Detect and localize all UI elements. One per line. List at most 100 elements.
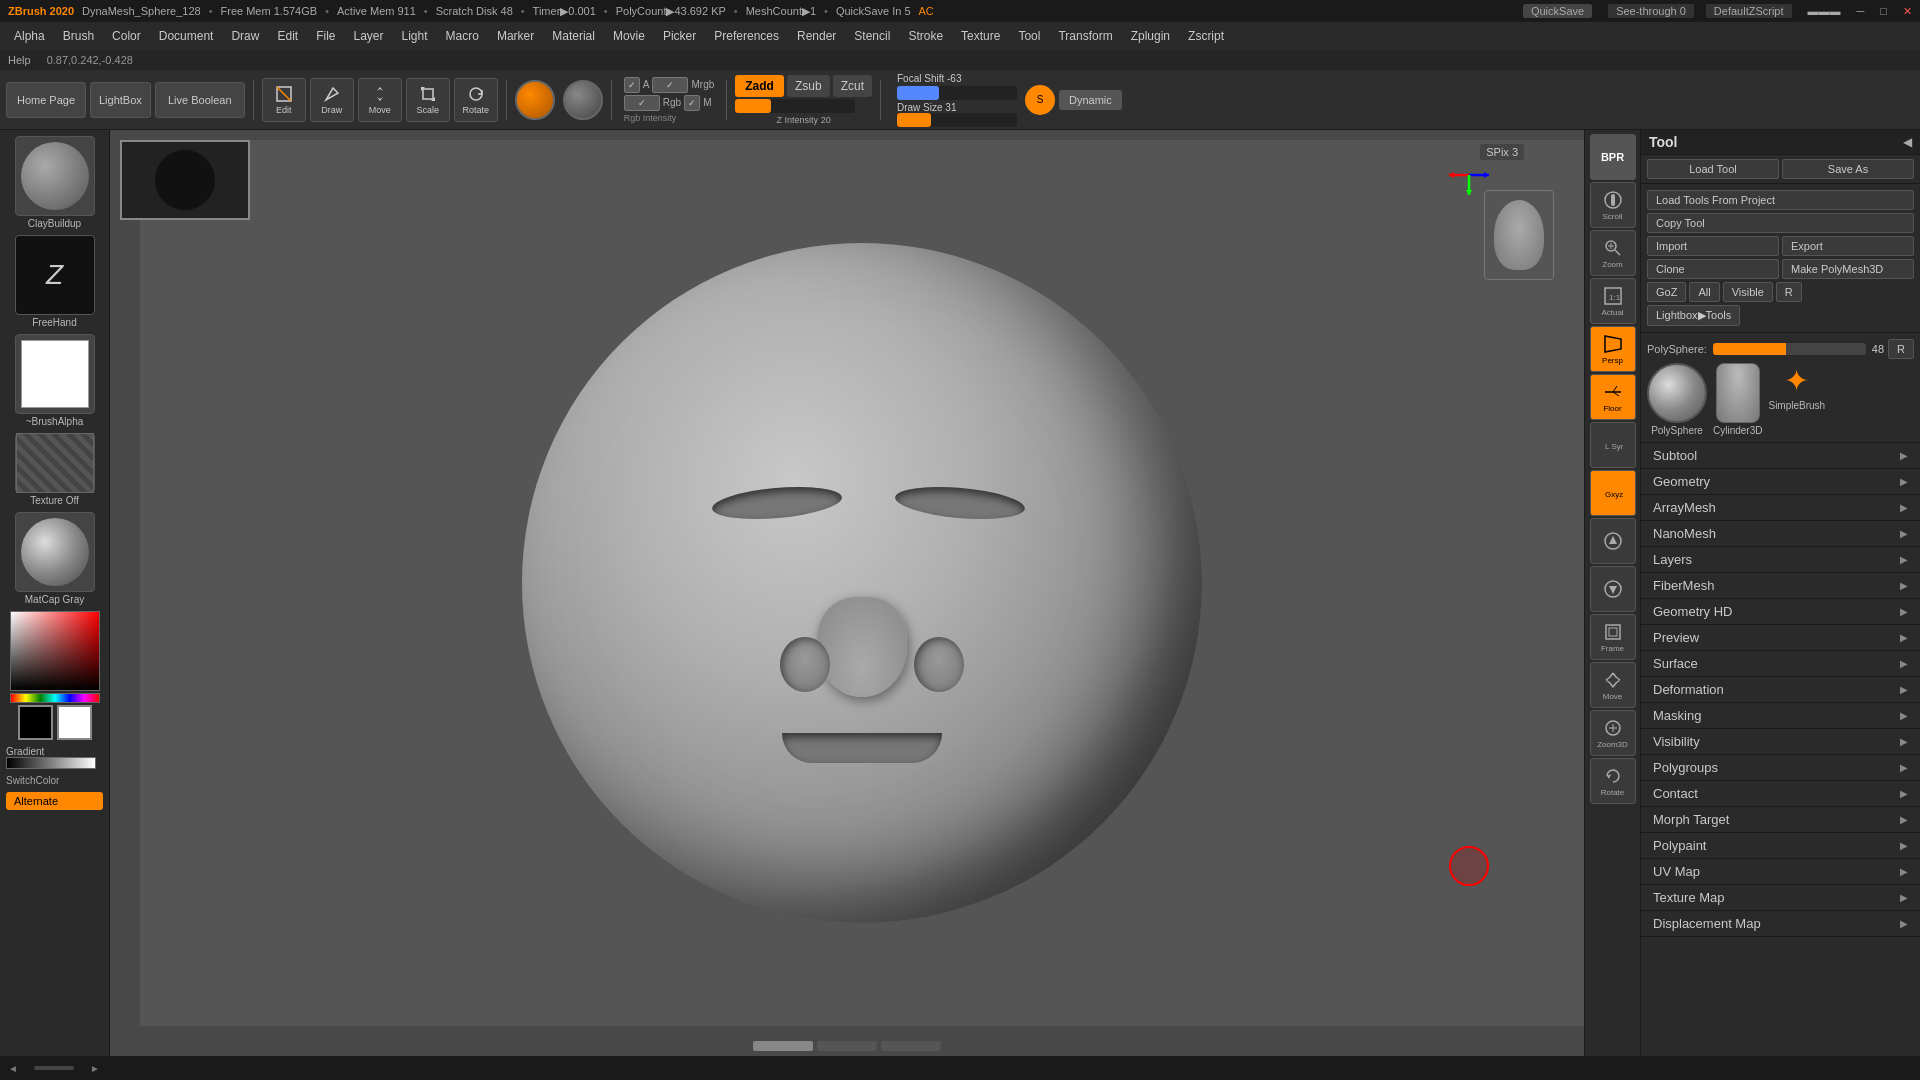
- scroll-tab-2[interactable]: [817, 1041, 877, 1051]
- zadd-btn[interactable]: Zadd: [735, 75, 784, 97]
- nav-down-btn[interactable]: [1590, 566, 1636, 612]
- simplebrush-tool[interactable]: ✦ SimpleBrush: [1768, 363, 1825, 436]
- menu-brush[interactable]: Brush: [55, 26, 102, 46]
- focal-shift-slider[interactable]: [897, 86, 1017, 100]
- uv-map-section[interactable]: UV Map ▶: [1641, 859, 1920, 885]
- background-color[interactable]: [57, 705, 92, 740]
- goz-btn[interactable]: GoZ: [1647, 282, 1686, 302]
- fibermesh-section[interactable]: FiberMesh ▶: [1641, 573, 1920, 599]
- menu-stroke[interactable]: Stroke: [900, 26, 951, 46]
- draw-btn[interactable]: Draw: [310, 78, 354, 122]
- gradient-bar[interactable]: [6, 757, 96, 769]
- geometry-hd-section[interactable]: Geometry HD ▶: [1641, 599, 1920, 625]
- surface-section[interactable]: Surface ▶: [1641, 651, 1920, 677]
- deformation-section[interactable]: Deformation ▶: [1641, 677, 1920, 703]
- canvas-thumbnail[interactable]: [120, 140, 250, 220]
- menu-stencil[interactable]: Stencil: [846, 26, 898, 46]
- lightbox-tools-btn[interactable]: Lightbox▶Tools: [1647, 305, 1740, 326]
- gxyz-btn[interactable]: Gxyz: [1590, 470, 1636, 516]
- export-btn[interactable]: Export: [1782, 236, 1914, 256]
- masking-section[interactable]: Masking ▶: [1641, 703, 1920, 729]
- lightbox-btn[interactable]: LightBox: [90, 82, 151, 118]
- import-btn[interactable]: Import: [1647, 236, 1779, 256]
- preview-section[interactable]: Preview ▶: [1641, 625, 1920, 651]
- foreground-color[interactable]: [18, 705, 53, 740]
- menu-render[interactable]: Render: [789, 26, 844, 46]
- morph-target-section[interactable]: Morph Target ▶: [1641, 807, 1920, 833]
- menu-layer[interactable]: Layer: [346, 26, 392, 46]
- a-checkbox[interactable]: ✓: [624, 77, 640, 93]
- scroll-indicator[interactable]: [34, 1066, 74, 1070]
- color-gradient[interactable]: [10, 611, 100, 691]
- edit-btn[interactable]: Edit: [262, 78, 306, 122]
- viewport[interactable]: SPix 3: [140, 140, 1584, 1026]
- menu-picker[interactable]: Picker: [655, 26, 704, 46]
- material-sphere-btn[interactable]: [515, 80, 555, 120]
- scale-btn[interactable]: Scale: [406, 78, 450, 122]
- move-3d-btn[interactable]: Move: [1590, 662, 1636, 708]
- frame-btn[interactable]: Frame: [1590, 614, 1636, 660]
- visible-btn[interactable]: Visible: [1723, 282, 1773, 302]
- all-btn[interactable]: All: [1689, 282, 1719, 302]
- layers-section[interactable]: Layers ▶: [1641, 547, 1920, 573]
- menu-color[interactable]: Color: [104, 26, 149, 46]
- geometry-section[interactable]: Geometry ▶: [1641, 469, 1920, 495]
- polygroups-section[interactable]: Polygroups ▶: [1641, 755, 1920, 781]
- brush-claybuildup[interactable]: ClayBuildup: [6, 136, 103, 229]
- close-btn[interactable]: ✕: [1903, 5, 1912, 18]
- panel-arrow-left[interactable]: ◀: [1903, 135, 1912, 149]
- menu-zscript[interactable]: Zscript: [1180, 26, 1232, 46]
- copy-tool-btn[interactable]: Copy Tool: [1647, 213, 1914, 233]
- hue-bar[interactable]: [10, 693, 100, 703]
- floor-btn[interactable]: Floor: [1590, 374, 1636, 420]
- matcap-section[interactable]: MatCap Gray: [6, 512, 103, 605]
- quick-save-btn[interactable]: QuickSave: [1523, 4, 1592, 18]
- nav-up-btn[interactable]: [1590, 518, 1636, 564]
- menu-light[interactable]: Light: [394, 26, 436, 46]
- color-picker[interactable]: [6, 611, 103, 740]
- actual-btn[interactable]: 1:1 Actual: [1590, 278, 1636, 324]
- polysphere-slider[interactable]: [1713, 343, 1866, 355]
- menu-material[interactable]: Material: [544, 26, 603, 46]
- menu-texture[interactable]: Texture: [953, 26, 1008, 46]
- nanomesh-section[interactable]: NanoMesh ▶: [1641, 521, 1920, 547]
- r-btn[interactable]: R: [1776, 282, 1802, 302]
- scroll-tab-1[interactable]: [753, 1041, 813, 1051]
- displacement-map-section[interactable]: Displacement Map ▶: [1641, 911, 1920, 937]
- home-page-btn[interactable]: Home Page: [6, 82, 86, 118]
- zoom3d-btn[interactable]: Zoom3D: [1590, 710, 1636, 756]
- brush-freehand[interactable]: Z FreeHand: [6, 235, 103, 328]
- save-as-btn[interactable]: Save As: [1782, 159, 1914, 179]
- menu-transform[interactable]: Transform: [1050, 26, 1120, 46]
- z-intensity-slider[interactable]: [735, 99, 855, 113]
- subtool-section[interactable]: Subtool ▶: [1641, 443, 1920, 469]
- visibility-section[interactable]: Visibility ▶: [1641, 729, 1920, 755]
- menu-document[interactable]: Document: [151, 26, 222, 46]
- zoom-btn[interactable]: Zoom: [1590, 230, 1636, 276]
- zsub-btn[interactable]: Zsub: [787, 75, 830, 97]
- scroll-tab-3[interactable]: [881, 1041, 941, 1051]
- brush-alpha[interactable]: ~BrushAlpha: [6, 334, 103, 427]
- texture-map-section[interactable]: Texture Map ▶: [1641, 885, 1920, 911]
- see-through[interactable]: See-through 0: [1608, 4, 1694, 18]
- bpr-btn[interactable]: BPR: [1590, 134, 1636, 180]
- move-btn[interactable]: Move: [358, 78, 402, 122]
- menu-zplugin[interactable]: Zplugin: [1123, 26, 1178, 46]
- persp-btn[interactable]: Persp: [1590, 326, 1636, 372]
- menu-movie[interactable]: Movie: [605, 26, 653, 46]
- texture-sphere-btn[interactable]: [563, 80, 603, 120]
- lsym-btn[interactable]: L Sym: [1590, 422, 1636, 468]
- menu-file[interactable]: File: [308, 26, 343, 46]
- maximize-btn[interactable]: □: [1880, 5, 1887, 17]
- alternate-btn[interactable]: Alternate: [6, 792, 103, 810]
- rotate-btn[interactable]: Rotate: [1590, 758, 1636, 804]
- canvas-area[interactable]: SPix 3: [110, 130, 1584, 1056]
- m-checkbox[interactable]: ✓: [684, 95, 700, 111]
- rotate-btn[interactable]: Rotate: [454, 78, 498, 122]
- default-zscript[interactable]: DefaultZScript: [1706, 4, 1792, 18]
- zcut-btn[interactable]: Zcut: [833, 75, 872, 97]
- menu-tool[interactable]: Tool: [1010, 26, 1048, 46]
- menu-alpha[interactable]: Alpha: [6, 26, 53, 46]
- menu-edit[interactable]: Edit: [269, 26, 306, 46]
- s-indicator[interactable]: S: [1025, 85, 1055, 115]
